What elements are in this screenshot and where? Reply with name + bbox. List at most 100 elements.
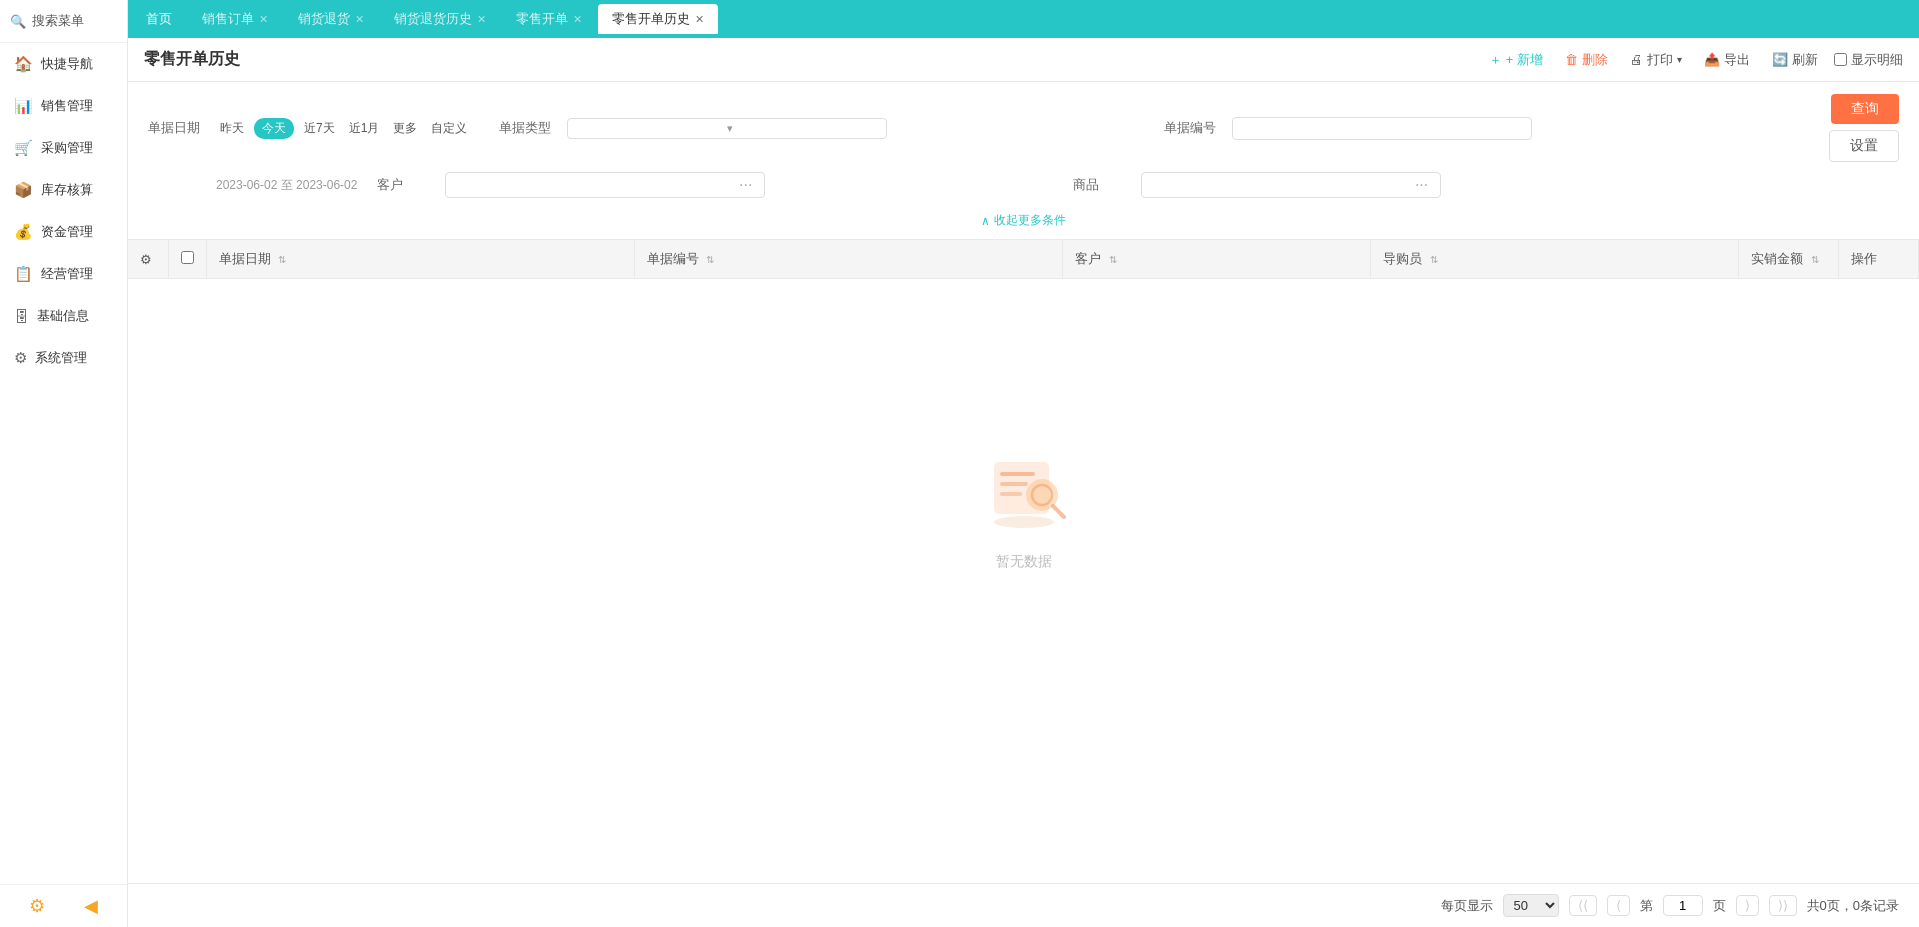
- date-sort-icon[interactable]: ⇅: [278, 254, 286, 265]
- add-icon: ＋: [1489, 51, 1502, 69]
- date-shortcut-7days[interactable]: 近7天: [300, 119, 339, 138]
- type-filter: 单据类型 ▾: [499, 118, 1144, 139]
- sidebar-label-quick-nav: 快捷导航: [41, 55, 93, 73]
- sidebar-item-sales-mgmt[interactable]: 📊销售管理: [0, 85, 127, 127]
- type-filter-label: 单据类型: [499, 119, 559, 137]
- tab-label-sales-return: 销货退货: [298, 10, 350, 28]
- collapse-bar[interactable]: ∧ 收起更多条件: [148, 208, 1899, 233]
- sidebar-icon-finance: 💰: [14, 223, 33, 241]
- sidebar-label-ops-mgmt: 经营管理: [41, 265, 93, 283]
- svg-rect-3: [1000, 482, 1028, 486]
- last-page-button[interactable]: ⟩⟩: [1769, 895, 1797, 916]
- th-date[interactable]: 单据日期 ⇅: [206, 240, 634, 279]
- tab-close-sales-return[interactable]: ✕: [355, 13, 364, 26]
- date-shortcut-custom[interactable]: 自定义: [427, 119, 471, 138]
- sidebar-item-sys-mgmt[interactable]: ⚙系统管理: [0, 337, 127, 379]
- sidebar-item-purchase-mgmt[interactable]: 🛒采购管理: [0, 127, 127, 169]
- th-settings[interactable]: ⚙: [128, 240, 168, 279]
- page-input[interactable]: [1663, 895, 1703, 916]
- filter-row-2: 2023-06-02 至 2023-06-02 客户 ··· 商品 ···: [148, 172, 1899, 198]
- sidebar-item-quick-nav[interactable]: 🏠快捷导航: [0, 43, 127, 85]
- empty-text: 暂无数据: [996, 553, 1052, 571]
- sidebar-item-finance[interactable]: 💰资金管理: [0, 211, 127, 253]
- tab-close-retail-open-history[interactable]: ✕: [695, 13, 704, 26]
- svg-rect-2: [1000, 472, 1035, 476]
- show-detail-checkbox-label[interactable]: 显示明细: [1834, 51, 1903, 69]
- goods-filter-label: 商品: [1073, 176, 1133, 194]
- goods-input[interactable]: [1150, 178, 1411, 193]
- setup-button[interactable]: 设置: [1829, 130, 1899, 162]
- per-page-label: 每页显示: [1441, 897, 1493, 915]
- prev-page-button[interactable]: ⟨: [1607, 895, 1630, 916]
- customer-input[interactable]: [454, 178, 735, 193]
- sidebar-label-base-info: 基础信息: [37, 307, 89, 325]
- tab-close-sales-order[interactable]: ✕: [259, 13, 268, 26]
- sidebar-icon-purchase-mgmt: 🛒: [14, 139, 33, 157]
- query-buttons: 查询 设置: [1829, 94, 1899, 162]
- date-shortcut-more[interactable]: 更多: [389, 119, 421, 138]
- date-shortcut-yesterday[interactable]: 昨天: [216, 119, 248, 138]
- print-icon: 🖨: [1630, 52, 1643, 67]
- sidebar-search-label: 搜索菜单: [32, 12, 84, 30]
- number-sort-icon[interactable]: ⇅: [706, 254, 714, 265]
- th-number[interactable]: 单据编号 ⇅: [634, 240, 1062, 279]
- date-range-text: 2023-06-02 至 2023-06-02: [216, 177, 357, 194]
- tab-retail-open[interactable]: 零售开单✕: [502, 4, 596, 34]
- next-page-button[interactable]: ⟩: [1736, 895, 1759, 916]
- sidebar-item-ops-mgmt[interactable]: 📋 经营管理: [0, 253, 127, 295]
- th-checkbox[interactable]: [168, 240, 206, 279]
- delete-button[interactable]: 🗑 删除: [1559, 47, 1614, 73]
- print-button[interactable]: 🖨 打印 ▾: [1624, 47, 1688, 73]
- tab-retail-open-history[interactable]: 零售开单历史✕: [598, 4, 718, 34]
- select-all-checkbox[interactable]: [181, 251, 194, 264]
- sidebar-search[interactable]: 🔍 搜索菜单: [0, 0, 127, 43]
- tab-sales-return-history[interactable]: 销货退货历史 ✕: [380, 4, 500, 34]
- query-button[interactable]: 查询: [1831, 94, 1899, 124]
- refresh-button[interactable]: 🔄 刷新: [1766, 47, 1824, 73]
- collapse-icon[interactable]: ◀: [84, 895, 98, 917]
- customer-filter-label: 客户: [377, 176, 437, 194]
- th-guide[interactable]: 导购员 ⇅: [1370, 240, 1738, 279]
- tab-close-retail-open[interactable]: ✕: [573, 13, 582, 26]
- first-page-button[interactable]: ⟨⟨: [1569, 895, 1597, 916]
- date-shortcut-1month[interactable]: 近1月: [345, 119, 384, 138]
- type-select[interactable]: ▾: [567, 118, 887, 139]
- tab-home[interactable]: 首页: [132, 4, 186, 34]
- table-header: ⚙ 单据日期 ⇅ 单据编号 ⇅ 客户 ⇅: [128, 240, 1919, 279]
- sidebar-item-base-info[interactable]: 🗄基础信息: [0, 295, 127, 337]
- tab-sales-order[interactable]: 销售订单 ✕: [188, 4, 282, 34]
- collapse-up-icon: ∧: [981, 214, 990, 228]
- sidebar-icon-ops-mgmt: 📋: [14, 265, 33, 283]
- per-page-select[interactable]: 50 10 20 100: [1503, 894, 1559, 917]
- number-input[interactable]: [1241, 121, 1523, 136]
- goods-ellipsis-button[interactable]: ···: [1411, 176, 1432, 194]
- customer-ellipsis-button[interactable]: ···: [735, 176, 756, 194]
- goods-input-wrap: ···: [1141, 172, 1441, 198]
- amount-sort-icon[interactable]: ⇅: [1811, 254, 1819, 265]
- table-header-row: ⚙ 单据日期 ⇅ 单据编号 ⇅ 客户 ⇅: [128, 240, 1919, 279]
- type-chevron-icon: ▾: [727, 122, 878, 135]
- number-filter: 单据编号: [1164, 117, 1809, 140]
- date-shortcut-today[interactable]: 今天: [254, 118, 294, 139]
- tab-close-sales-return-history[interactable]: ✕: [477, 13, 486, 26]
- customer-sort-icon[interactable]: ⇅: [1109, 254, 1117, 265]
- show-detail-checkbox[interactable]: [1834, 53, 1847, 66]
- total-label: 共0页，0条记录: [1807, 897, 1899, 915]
- sidebar-icon-sys-mgmt: ⚙: [14, 349, 27, 367]
- page-title: 零售开单历史: [144, 49, 240, 70]
- export-button[interactable]: 📤 导出: [1698, 47, 1756, 73]
- sidebar-item-inventory[interactable]: 📦库存核算: [0, 169, 127, 211]
- customer-filter: 客户 ···: [377, 172, 1053, 198]
- tab-sales-return[interactable]: 销货退货 ✕: [284, 4, 378, 34]
- toolbar: 零售开单历史 ＋ + 新增 🗑 删除 🖨 打印 ▾ 📤 导出 🔄 刷新: [128, 38, 1919, 82]
- main-content: 首页销售订单✕销货退货✕销货退货历史✕零售开单✕零售开单历史✕ 零售开单历史 ＋…: [128, 0, 1919, 927]
- add-button[interactable]: ＋ + 新增: [1483, 47, 1549, 73]
- tab-label-sales-order: 销售订单: [202, 10, 254, 28]
- tab-label-sales-return-history: 销货退货历史: [394, 10, 472, 28]
- guide-sort-icon[interactable]: ⇅: [1430, 254, 1438, 265]
- th-customer[interactable]: 客户 ⇅: [1062, 240, 1370, 279]
- table-area: ⚙ 单据日期 ⇅ 单据编号 ⇅ 客户 ⇅: [128, 240, 1919, 883]
- th-amount[interactable]: 实销金额 ⇅: [1739, 240, 1839, 279]
- settings-icon[interactable]: ⚙: [29, 895, 45, 917]
- svg-point-0: [994, 516, 1054, 528]
